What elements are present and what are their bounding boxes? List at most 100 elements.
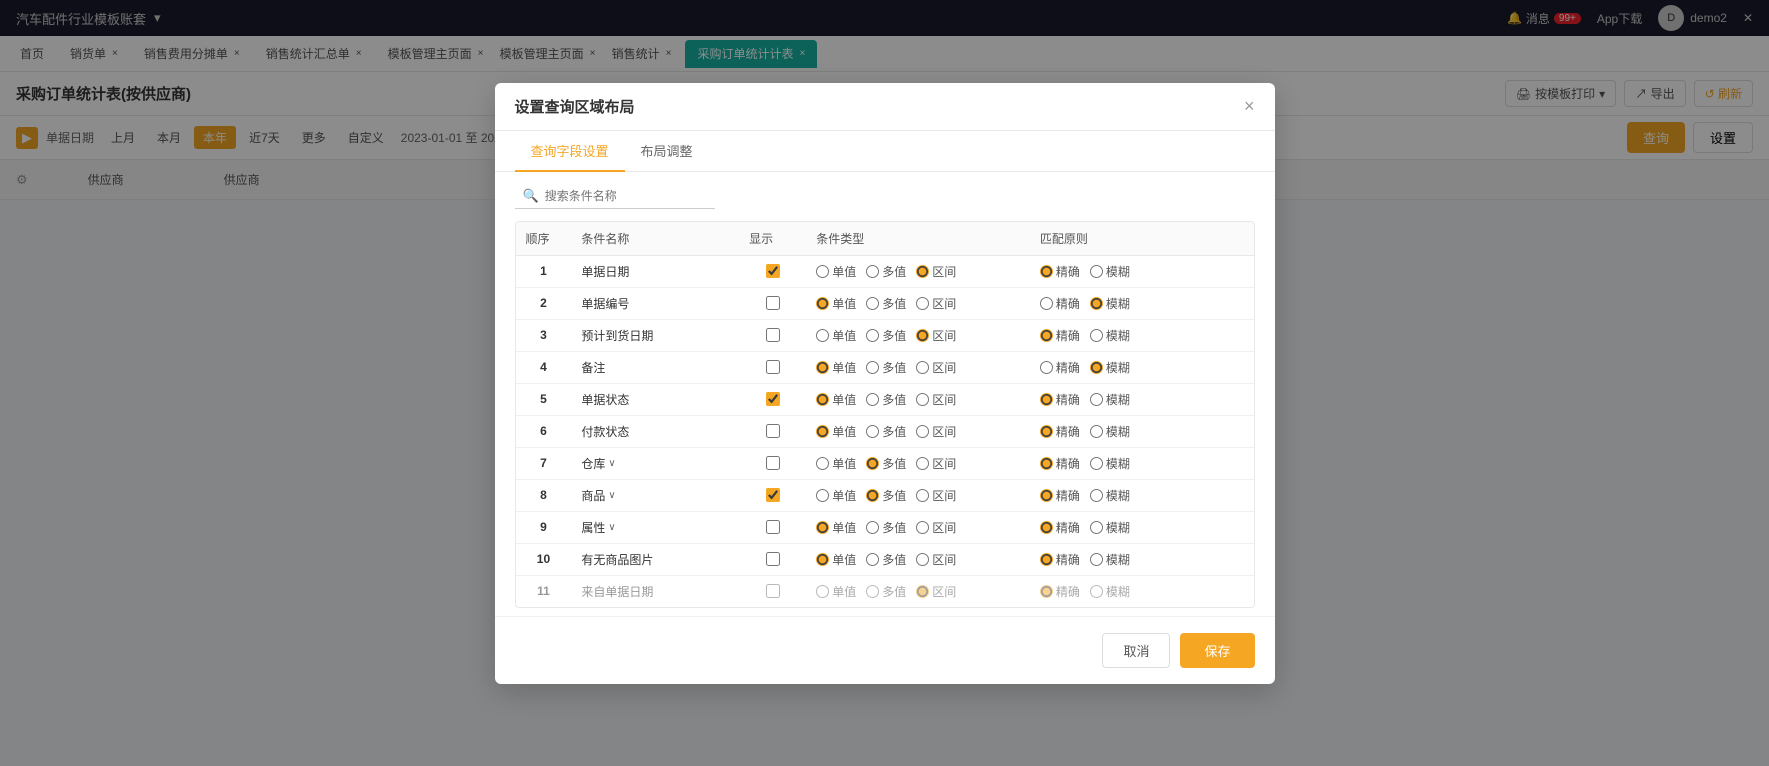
row-name: 单据日期 (571, 255, 739, 287)
row-display (739, 255, 806, 287)
display-checkbox[interactable] (766, 456, 780, 470)
type-option-区间[interactable]: 区间 (916, 455, 956, 472)
match-option-模糊[interactable]: 模糊 (1090, 263, 1130, 280)
row-order: 9 (516, 511, 572, 543)
type-option-区间[interactable]: 区间 (916, 583, 956, 600)
dialog: 设置查询区域布局 × 查询字段设置 布局调整 🔍 顺序 (495, 83, 1275, 684)
display-checkbox[interactable] (766, 584, 780, 598)
match-option-模糊[interactable]: 模糊 (1090, 359, 1130, 376)
match-option-精确[interactable]: 精确 (1040, 551, 1080, 568)
type-option-单值[interactable]: 单值 (816, 423, 856, 440)
type-option-单值[interactable]: 单值 (816, 487, 856, 504)
type-option-单值[interactable]: 单值 (816, 263, 856, 280)
type-option-区间[interactable]: 区间 (916, 519, 956, 536)
match-option-模糊[interactable]: 模糊 (1090, 551, 1130, 568)
match-option-精确[interactable]: 精确 (1040, 359, 1080, 376)
row-type: 单值多值区间 (806, 351, 1030, 383)
th-display: 显示 (739, 222, 806, 256)
match-option-精确[interactable]: 精确 (1040, 295, 1080, 312)
match-option-精确[interactable]: 精确 (1040, 487, 1080, 504)
type-option-多值[interactable]: 多值 (866, 391, 906, 408)
match-option-模糊[interactable]: 模糊 (1090, 583, 1130, 600)
display-checkbox[interactable] (766, 264, 780, 278)
match-option-精确[interactable]: 精确 (1040, 327, 1080, 344)
type-option-单值[interactable]: 单值 (816, 327, 856, 344)
display-checkbox[interactable] (766, 424, 780, 438)
row-type: 单值多值区间 (806, 543, 1030, 575)
match-option-精确[interactable]: 精确 (1040, 583, 1080, 600)
table-row: 7仓库∨单值多值区间精确模糊 (516, 447, 1254, 479)
display-checkbox[interactable] (766, 296, 780, 310)
type-option-单值[interactable]: 单值 (816, 519, 856, 536)
row-order: 7 (516, 447, 572, 479)
type-option-区间[interactable]: 区间 (916, 327, 956, 344)
match-option-精确[interactable]: 精确 (1040, 263, 1080, 280)
display-checkbox[interactable] (766, 488, 780, 502)
row-order: 1 (516, 255, 572, 287)
type-option-区间[interactable]: 区间 (916, 295, 956, 312)
type-option-单值[interactable]: 单值 (816, 295, 856, 312)
display-checkbox[interactable] (766, 552, 780, 566)
type-option-区间[interactable]: 区间 (916, 487, 956, 504)
table-row: 5单据状态单值多值区间精确模糊 (516, 383, 1254, 415)
type-option-单值[interactable]: 单值 (816, 583, 856, 600)
row-display (739, 575, 806, 607)
type-option-多值[interactable]: 多值 (866, 295, 906, 312)
match-option-模糊[interactable]: 模糊 (1090, 487, 1130, 504)
type-option-区间[interactable]: 区间 (916, 423, 956, 440)
table-row: 1单据日期 单值多值区间 精确模糊 (516, 255, 1254, 287)
th-name: 条件名称 (571, 222, 739, 256)
type-option-多值[interactable]: 多值 (866, 487, 906, 504)
row-order: 6 (516, 415, 572, 447)
tab-field-settings[interactable]: 查询字段设置 (515, 131, 625, 172)
dialog-close-button[interactable]: × (1244, 96, 1255, 117)
type-option-单值[interactable]: 单值 (816, 391, 856, 408)
type-option-多值[interactable]: 多值 (866, 551, 906, 568)
type-option-单值[interactable]: 单值 (816, 551, 856, 568)
match-option-精确[interactable]: 精确 (1040, 519, 1080, 536)
type-option-多值[interactable]: 多值 (866, 423, 906, 440)
save-button[interactable]: 保存 (1180, 633, 1254, 668)
type-option-多值[interactable]: 多值 (866, 583, 906, 600)
match-option-精确[interactable]: 精确 (1040, 455, 1080, 472)
match-option-精确[interactable]: 精确 (1040, 423, 1080, 440)
display-checkbox[interactable] (766, 328, 780, 342)
type-option-单值[interactable]: 单值 (816, 359, 856, 376)
match-option-模糊[interactable]: 模糊 (1090, 455, 1130, 472)
row-name: 来自单据日期 (571, 575, 739, 607)
th-type: 条件类型 (806, 222, 1030, 256)
row-type: 单值多值区间 (806, 511, 1030, 543)
tab-layout-adjust[interactable]: 布局调整 (625, 131, 709, 172)
row-type: 单值多值区间 (806, 287, 1030, 319)
type-option-区间[interactable]: 区间 (916, 391, 956, 408)
search-input[interactable] (545, 189, 695, 203)
type-option-单值[interactable]: 单值 (816, 455, 856, 472)
match-option-模糊[interactable]: 模糊 (1090, 391, 1130, 408)
type-option-区间[interactable]: 区间 (916, 263, 956, 280)
type-option-多值[interactable]: 多值 (866, 327, 906, 344)
match-option-模糊[interactable]: 模糊 (1090, 295, 1130, 312)
type-option-区间[interactable]: 区间 (916, 359, 956, 376)
display-checkbox[interactable] (766, 520, 780, 534)
row-display (739, 287, 806, 319)
type-option-多值[interactable]: 多值 (866, 263, 906, 280)
type-option-多值[interactable]: 多值 (866, 519, 906, 536)
row-match: 精确模糊 (1030, 447, 1254, 479)
match-option-精确[interactable]: 精确 (1040, 391, 1080, 408)
row-order: 10 (516, 543, 572, 575)
display-checkbox[interactable] (766, 392, 780, 406)
match-option-模糊[interactable]: 模糊 (1090, 519, 1130, 536)
match-option-模糊[interactable]: 模糊 (1090, 423, 1130, 440)
cancel-button[interactable]: 取消 (1102, 633, 1170, 668)
row-name: 有无商品图片 (571, 543, 739, 575)
dialog-search-area: 🔍 (495, 172, 1275, 221)
search-icon: 🔍 (523, 188, 539, 204)
dialog-title: 设置查询区域布局 (515, 96, 635, 117)
match-option-模糊[interactable]: 模糊 (1090, 327, 1130, 344)
display-checkbox[interactable] (766, 360, 780, 374)
type-option-多值[interactable]: 多值 (866, 359, 906, 376)
dialog-footer: 取消 保存 (495, 616, 1275, 684)
type-option-多值[interactable]: 多值 (866, 455, 906, 472)
row-name: 商品∨ (571, 479, 739, 511)
type-option-区间[interactable]: 区间 (916, 551, 956, 568)
